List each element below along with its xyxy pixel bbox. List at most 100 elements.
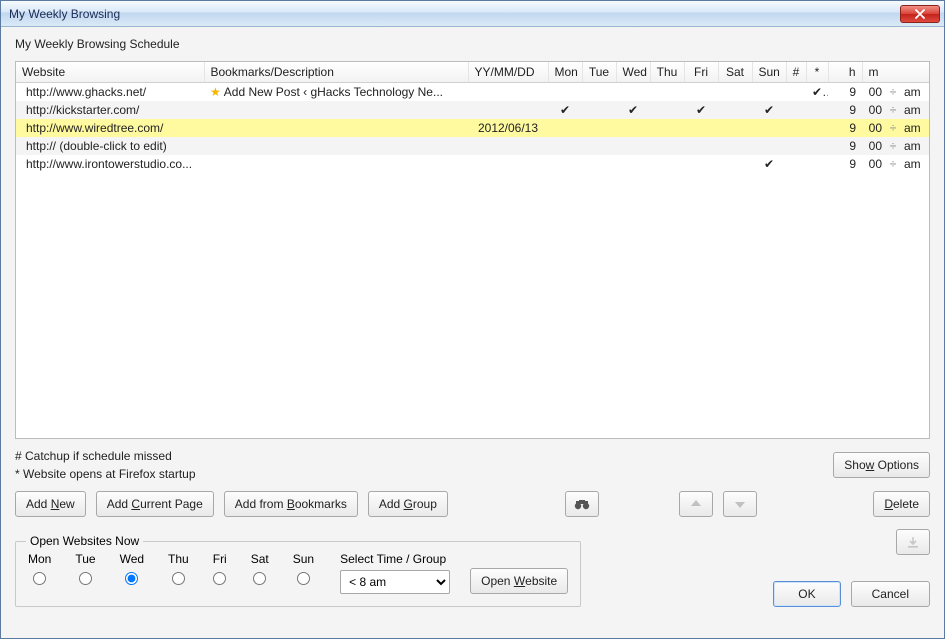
table-row[interactable]: http://www.wiredtree.com/2012/06/13900÷a… xyxy=(16,119,930,137)
cell-hash[interactable] xyxy=(786,137,806,155)
day-radio-sat[interactable] xyxy=(253,572,266,585)
cell-thu[interactable] xyxy=(650,137,684,155)
th-m[interactable]: m xyxy=(862,62,930,83)
ok-button[interactable]: OK xyxy=(773,581,840,607)
cell-date[interactable] xyxy=(468,83,548,101)
day-radio-thu[interactable] xyxy=(172,572,185,585)
th-tue[interactable]: Tue xyxy=(582,62,616,83)
cell-description[interactable] xyxy=(204,119,468,137)
add-current-page-button[interactable]: Add Current Page xyxy=(96,491,214,517)
cell-ampm[interactable]: am xyxy=(898,83,930,101)
cell-description[interactable] xyxy=(204,101,468,119)
cell-mon[interactable] xyxy=(548,155,582,173)
cell-description[interactable] xyxy=(204,137,468,155)
cell-website[interactable]: http://kickstarter.com/ xyxy=(16,101,204,119)
cell-sat[interactable] xyxy=(718,119,752,137)
day-radio-mon[interactable] xyxy=(33,572,46,585)
cell-wed[interactable] xyxy=(616,119,650,137)
cell-fri[interactable] xyxy=(684,119,718,137)
cell-thu[interactable] xyxy=(650,101,684,119)
cell-website[interactable]: http://www.irontowerstudio.co... xyxy=(16,155,204,173)
cell-star[interactable] xyxy=(806,155,828,173)
cell-hash[interactable] xyxy=(786,119,806,137)
cell-sat[interactable] xyxy=(718,137,752,155)
cell-date[interactable]: 2012/06/13 xyxy=(468,119,548,137)
cell-thu[interactable] xyxy=(650,155,684,173)
cell-m[interactable]: 00 xyxy=(862,137,888,155)
th-star[interactable]: * xyxy=(806,62,828,83)
cell-fri[interactable] xyxy=(684,83,718,101)
cell-m[interactable]: 00 xyxy=(862,155,888,173)
cell-hash[interactable] xyxy=(786,83,806,101)
th-website[interactable]: Website xyxy=(16,62,204,83)
cell-fri[interactable] xyxy=(684,137,718,155)
cancel-button[interactable]: Cancel xyxy=(851,581,930,607)
day-radio-wed[interactable] xyxy=(125,572,138,585)
time-group-select[interactable]: < 8 am xyxy=(340,570,450,594)
th-mon[interactable]: Mon xyxy=(548,62,582,83)
move-down-button[interactable] xyxy=(723,491,757,517)
cell-fri[interactable]: ✔ xyxy=(684,101,718,119)
cell-fri[interactable] xyxy=(684,155,718,173)
add-group-button[interactable]: Add Group xyxy=(368,491,448,517)
th-fri[interactable]: Fri xyxy=(684,62,718,83)
cell-m[interactable]: 00 xyxy=(862,119,888,137)
cell-h[interactable]: 9 xyxy=(828,155,862,173)
schedule-grid[interactable]: Website Bookmarks/Description YY/MM/DD M… xyxy=(15,61,930,439)
cell-sat[interactable] xyxy=(718,83,752,101)
cell-sun[interactable] xyxy=(752,119,786,137)
cell-wed[interactable] xyxy=(616,155,650,173)
cell-h[interactable]: 9 xyxy=(828,83,862,101)
th-hash[interactable]: # xyxy=(786,62,806,83)
cell-ampm[interactable]: am xyxy=(898,155,930,173)
find-button[interactable] xyxy=(565,491,599,517)
cell-sun[interactable]: ✔ xyxy=(752,155,786,173)
cell-sun[interactable] xyxy=(752,137,786,155)
cell-tue[interactable] xyxy=(582,119,616,137)
table-row[interactable]: http://kickstarter.com/✔✔✔✔900÷am xyxy=(16,101,930,119)
cell-sun[interactable]: ✔ xyxy=(752,101,786,119)
cell-h[interactable]: 9 xyxy=(828,101,862,119)
cell-m[interactable]: 00 xyxy=(862,101,888,119)
cell-description[interactable]: ★Add New Post ‹ gHacks Technology Ne... xyxy=(204,83,468,101)
cell-date[interactable] xyxy=(468,137,548,155)
day-radio-fri[interactable] xyxy=(213,572,226,585)
cell-ampm[interactable]: am xyxy=(898,137,930,155)
show-options-button[interactable]: Show Options xyxy=(833,452,930,478)
cell-mon[interactable]: ✔ xyxy=(548,101,582,119)
cell-star[interactable] xyxy=(806,119,828,137)
th-sun[interactable]: Sun xyxy=(752,62,786,83)
th-h[interactable]: h xyxy=(828,62,862,83)
titlebar[interactable]: My Weekly Browsing xyxy=(1,1,944,27)
cell-wed[interactable] xyxy=(616,83,650,101)
add-new-button[interactable]: Add New xyxy=(15,491,86,517)
cell-h[interactable]: 9 xyxy=(828,119,862,137)
cell-mon[interactable] xyxy=(548,83,582,101)
cell-tue[interactable] xyxy=(582,83,616,101)
export-button[interactable] xyxy=(896,529,930,555)
th-sat[interactable]: Sat xyxy=(718,62,752,83)
th-thu[interactable]: Thu xyxy=(650,62,684,83)
cell-website[interactable]: http://www.wiredtree.com/ xyxy=(16,119,204,137)
cell-thu[interactable] xyxy=(650,83,684,101)
th-wed[interactable]: Wed xyxy=(616,62,650,83)
table-row[interactable]: http://www.ghacks.net/★Add New Post ‹ gH… xyxy=(16,83,930,101)
cell-tue[interactable] xyxy=(582,137,616,155)
add-from-bookmarks-button[interactable]: Add from Bookmarks xyxy=(224,491,358,517)
cell-sun[interactable] xyxy=(752,83,786,101)
cell-m[interactable]: 00 xyxy=(862,83,888,101)
cell-date[interactable] xyxy=(468,155,548,173)
day-radio-tue[interactable] xyxy=(79,572,92,585)
move-up-button[interactable] xyxy=(679,491,713,517)
cell-wed[interactable] xyxy=(616,137,650,155)
cell-hash[interactable] xyxy=(786,101,806,119)
day-radio-sun[interactable] xyxy=(297,572,310,585)
cell-ampm[interactable]: am xyxy=(898,101,930,119)
cell-star[interactable] xyxy=(806,101,828,119)
cell-description[interactable] xyxy=(204,155,468,173)
cell-wed[interactable]: ✔ xyxy=(616,101,650,119)
table-row[interactable]: http:// (double-click to edit)900÷am xyxy=(16,137,930,155)
th-description[interactable]: Bookmarks/Description xyxy=(204,62,468,83)
table-row[interactable]: http://www.irontowerstudio.co...✔900÷am xyxy=(16,155,930,173)
cell-tue[interactable] xyxy=(582,155,616,173)
